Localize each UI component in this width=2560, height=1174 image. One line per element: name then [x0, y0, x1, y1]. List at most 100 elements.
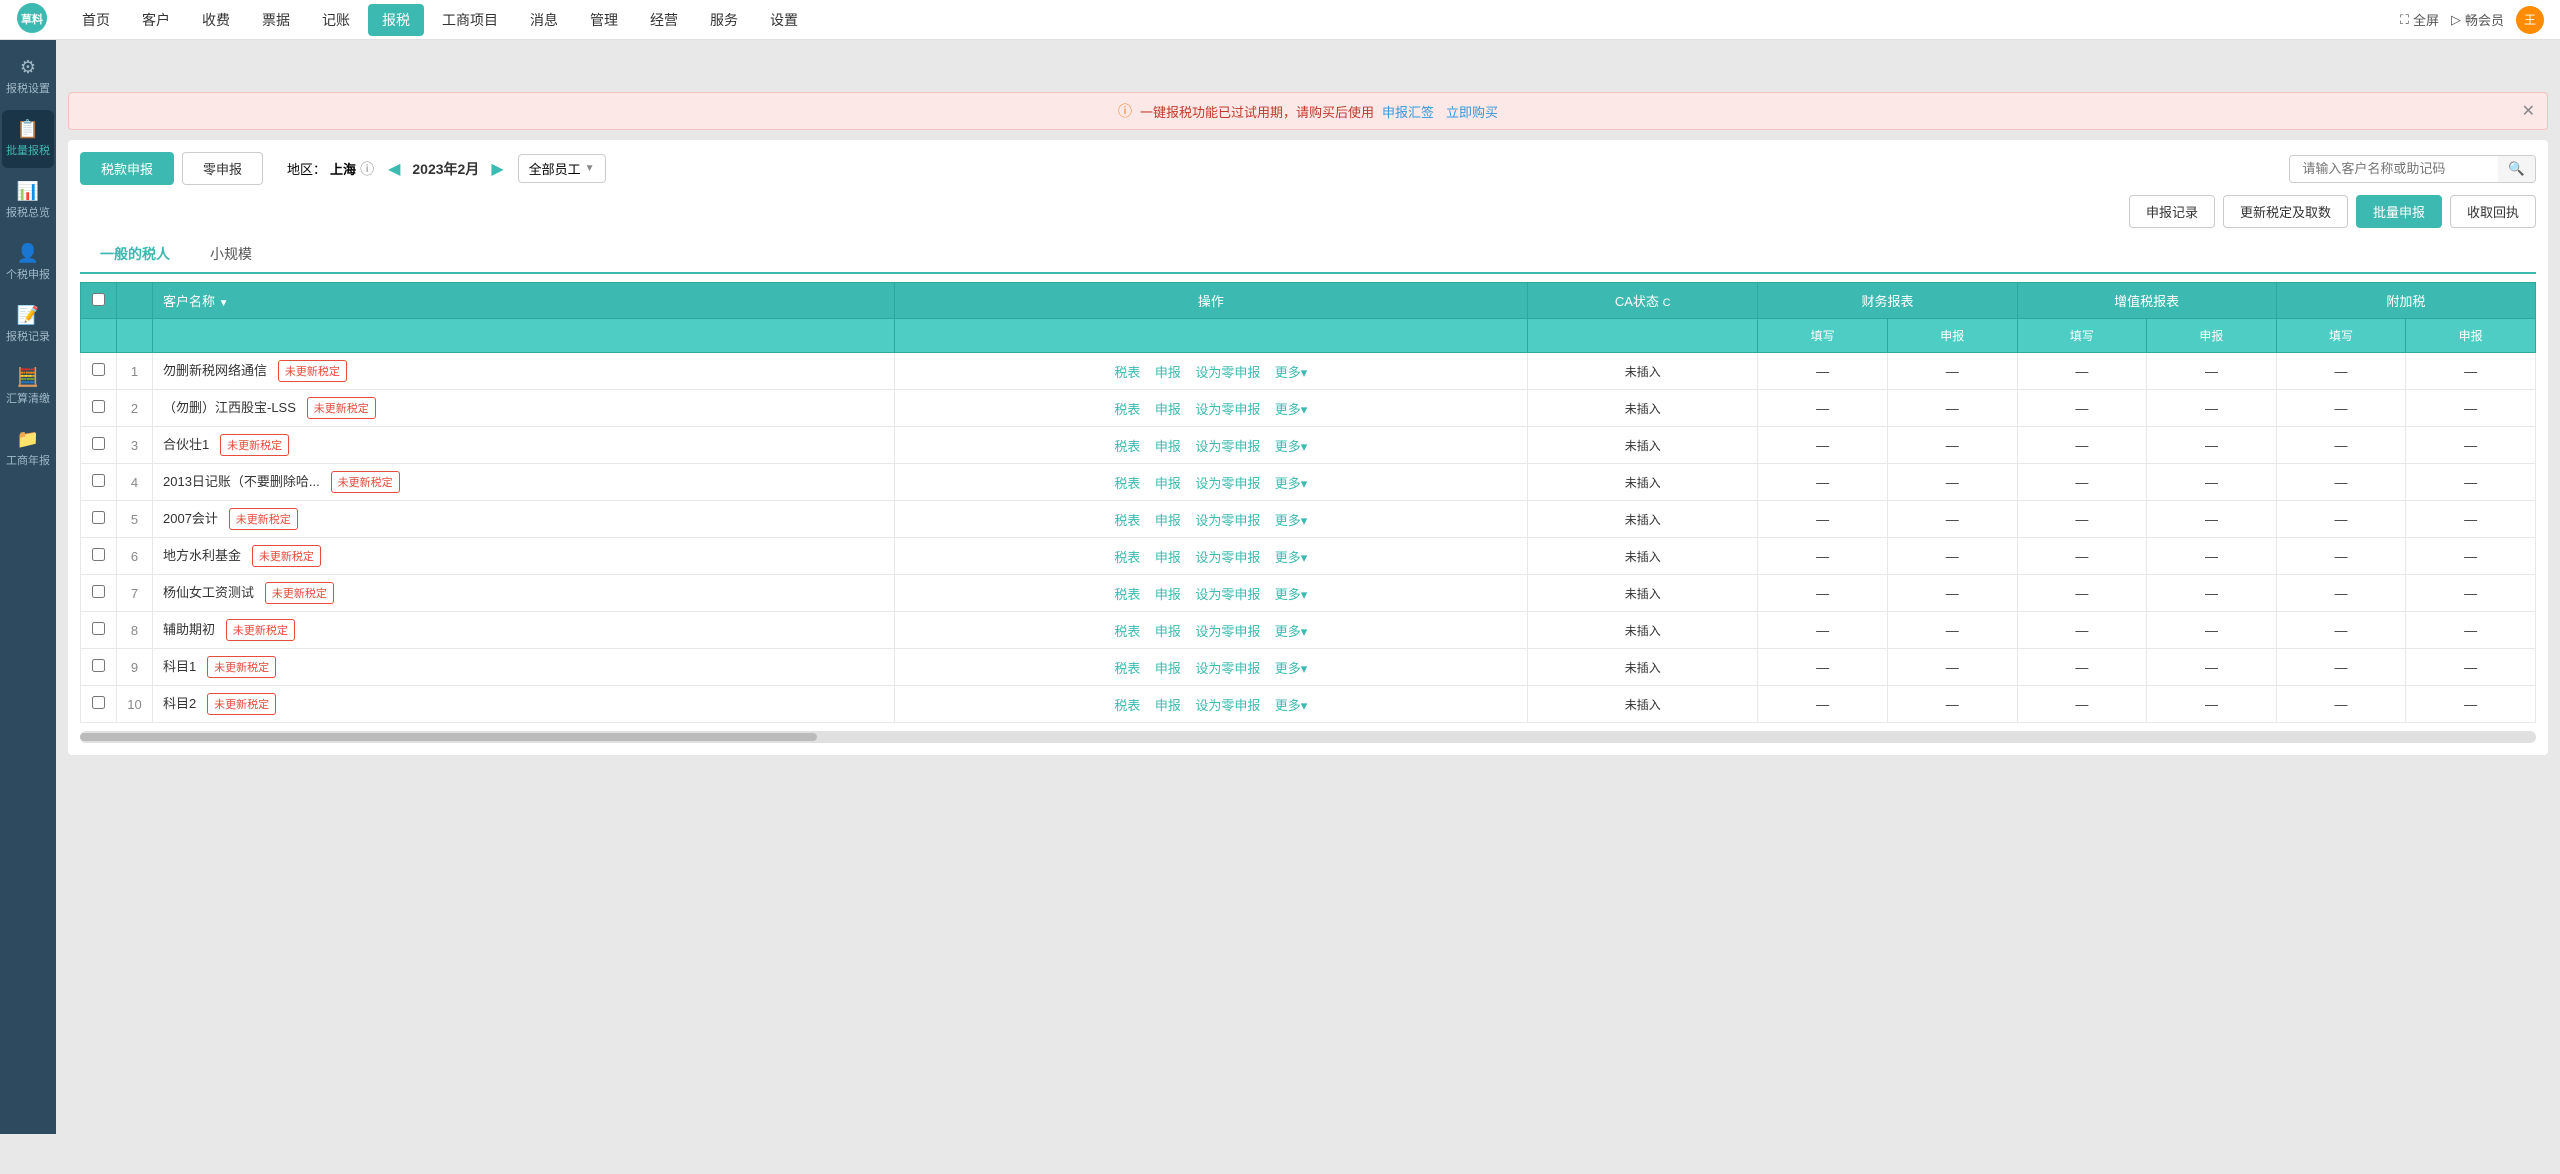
sidebar-item-personal-tax[interactable]: 👤 个税申报 — [2, 234, 54, 292]
op-more[interactable]: 更多▾ — [1275, 624, 1308, 639]
op-more[interactable]: 更多▾ — [1275, 365, 1308, 380]
filing-records-button[interactable]: 申报记录 — [2129, 195, 2215, 228]
fullscreen-button[interactable]: ⛶ 全屏 — [2400, 10, 2439, 29]
region-info-icon[interactable]: ⓘ — [360, 159, 374, 179]
row-ops: 税表 申报 设为零申报 更多▾ — [894, 464, 1527, 501]
avatar[interactable]: 王 — [2516, 6, 2544, 34]
nav-settings[interactable]: 设置 — [756, 4, 812, 36]
op-tax-form[interactable]: 税表 — [1114, 550, 1140, 565]
sidebar-item-settlement[interactable]: 🧮 汇算清缴 — [2, 358, 54, 416]
table-scroll-area[interactable]: 客户名称 ▼ 操作 CA状态 C 财务报表 增值税报表 — [80, 282, 2536, 723]
row-checkbox[interactable] — [92, 696, 105, 709]
row-checkbox[interactable] — [92, 400, 105, 413]
date-prev-button[interactable]: ◀ — [382, 157, 406, 181]
op-set-zero[interactable]: 设为零申报 — [1195, 624, 1260, 639]
op-set-zero[interactable]: 设为零申报 — [1195, 476, 1260, 491]
retrieve-receipt-button[interactable]: 收取回执 — [2450, 195, 2536, 228]
nav-business[interactable]: 工商项目 — [428, 4, 512, 36]
op-set-zero[interactable]: 设为零申报 — [1195, 550, 1260, 565]
row-checkbox[interactable] — [92, 622, 105, 635]
sidebar-item-tax-records[interactable]: 📝 报税记录 — [2, 296, 54, 354]
tab-tax-filing[interactable]: 税款申报 — [80, 152, 174, 185]
select-all-checkbox[interactable] — [92, 293, 105, 306]
op-file[interactable]: 申报 — [1155, 550, 1181, 565]
op-file[interactable]: 申报 — [1155, 624, 1181, 639]
batch-filing-button[interactable]: 批量申报 — [2356, 195, 2442, 228]
notice-close-button[interactable]: ✕ — [2522, 101, 2535, 121]
tab-small-scale[interactable]: 小规模 — [190, 236, 272, 274]
row-checkbox[interactable] — [92, 511, 105, 524]
nav-operations[interactable]: 经营 — [636, 4, 692, 36]
tab-general-taxpayer[interactable]: 一般的税人 — [80, 236, 190, 274]
update-tax-button[interactable]: 更新税定及取数 — [2223, 195, 2348, 228]
nav-accounting[interactable]: 记账 — [308, 4, 364, 36]
nav-tax[interactable]: 报税 — [368, 4, 424, 36]
op-file[interactable]: 申报 — [1155, 513, 1181, 528]
date-next-button[interactable]: ▶ — [485, 157, 509, 181]
op-set-zero[interactable]: 设为零申报 — [1195, 439, 1260, 454]
op-tax-form[interactable]: 税表 — [1114, 402, 1140, 417]
op-file[interactable]: 申报 — [1155, 698, 1181, 713]
op-tax-form[interactable]: 税表 — [1114, 365, 1140, 380]
op-file[interactable]: 申报 — [1155, 439, 1181, 454]
op-file[interactable]: 申报 — [1155, 661, 1181, 676]
op-more[interactable]: 更多▾ — [1275, 402, 1308, 417]
op-set-zero[interactable]: 设为零申报 — [1195, 365, 1260, 380]
op-set-zero[interactable]: 设为零申报 — [1195, 513, 1260, 528]
scrollbar-thumb[interactable] — [80, 733, 817, 741]
nav-customers[interactable]: 客户 — [128, 4, 184, 36]
sidebar-item-tax-overview[interactable]: 📊 报税总览 — [2, 172, 54, 230]
op-tax-form[interactable]: 税表 — [1114, 439, 1140, 454]
op-set-zero[interactable]: 设为零申报 — [1195, 661, 1260, 676]
op-set-zero[interactable]: 设为零申报 — [1195, 698, 1260, 713]
member-button[interactable]: ▷ 畅会员 — [2451, 10, 2504, 29]
ca-info-icon[interactable]: C — [1663, 297, 1671, 309]
sort-icon[interactable]: ▼ — [219, 298, 229, 309]
nav-manage[interactable]: 管理 — [576, 4, 632, 36]
row-checkbox[interactable] — [92, 548, 105, 561]
op-set-zero[interactable]: 设为零申报 — [1195, 587, 1260, 602]
nav-home[interactable]: 首页 — [68, 4, 124, 36]
row-checkbox[interactable] — [92, 585, 105, 598]
op-more[interactable]: 更多▾ — [1275, 439, 1308, 454]
sidebar-item-tax-settings[interactable]: ⚙ 报税设置 — [2, 48, 54, 106]
search-button[interactable]: 🔍 — [2498, 156, 2535, 182]
op-tax-form[interactable]: 税表 — [1114, 513, 1140, 528]
notice-link-report[interactable]: 申报汇签 — [1382, 102, 1434, 121]
op-more[interactable]: 更多▾ — [1275, 513, 1308, 528]
op-more[interactable]: 更多▾ — [1275, 698, 1308, 713]
horizontal-scrollbar[interactable] — [80, 731, 2536, 743]
row-ca-status: 未插入 — [1528, 353, 1758, 390]
staff-select[interactable]: 全部员工 ▼ — [518, 154, 606, 183]
search-input[interactable] — [2290, 156, 2490, 181]
op-file[interactable]: 申报 — [1155, 476, 1181, 491]
op-tax-form[interactable]: 税表 — [1114, 476, 1140, 491]
row-surtax-fill: — — [2276, 575, 2406, 612]
logo[interactable]: 草料 — [16, 2, 48, 37]
op-file[interactable]: 申报 — [1155, 402, 1181, 417]
row-checkbox[interactable] — [92, 437, 105, 450]
row-checkbox[interactable] — [92, 363, 105, 376]
sidebar-item-annual-report[interactable]: 📁 工商年报 — [2, 420, 54, 478]
op-tax-form[interactable]: 税表 — [1114, 698, 1140, 713]
row-checkbox[interactable] — [92, 659, 105, 672]
op-more[interactable]: 更多▾ — [1275, 550, 1308, 565]
sidebar-item-batch-tax[interactable]: 📋 批量报税 — [2, 110, 54, 168]
nav-messages[interactable]: 消息 — [516, 4, 572, 36]
op-more[interactable]: 更多▾ — [1275, 587, 1308, 602]
op-more[interactable]: 更多▾ — [1275, 661, 1308, 676]
notice-link-buy[interactable]: 立即购买 — [1446, 102, 1498, 121]
nav-invoice[interactable]: 票据 — [248, 4, 304, 36]
nav-billing[interactable]: 收费 — [188, 4, 244, 36]
op-tax-form[interactable]: 税表 — [1114, 661, 1140, 676]
op-tax-form[interactable]: 税表 — [1114, 587, 1140, 602]
nav-service[interactable]: 服务 — [696, 4, 752, 36]
row-surtax-report: — — [2406, 649, 2536, 686]
tab-zero-filing[interactable]: 零申报 — [182, 152, 263, 185]
op-tax-form[interactable]: 税表 — [1114, 624, 1140, 639]
row-checkbox[interactable] — [92, 474, 105, 487]
op-file[interactable]: 申报 — [1155, 365, 1181, 380]
op-more[interactable]: 更多▾ — [1275, 476, 1308, 491]
op-set-zero[interactable]: 设为零申报 — [1195, 402, 1260, 417]
op-file[interactable]: 申报 — [1155, 587, 1181, 602]
